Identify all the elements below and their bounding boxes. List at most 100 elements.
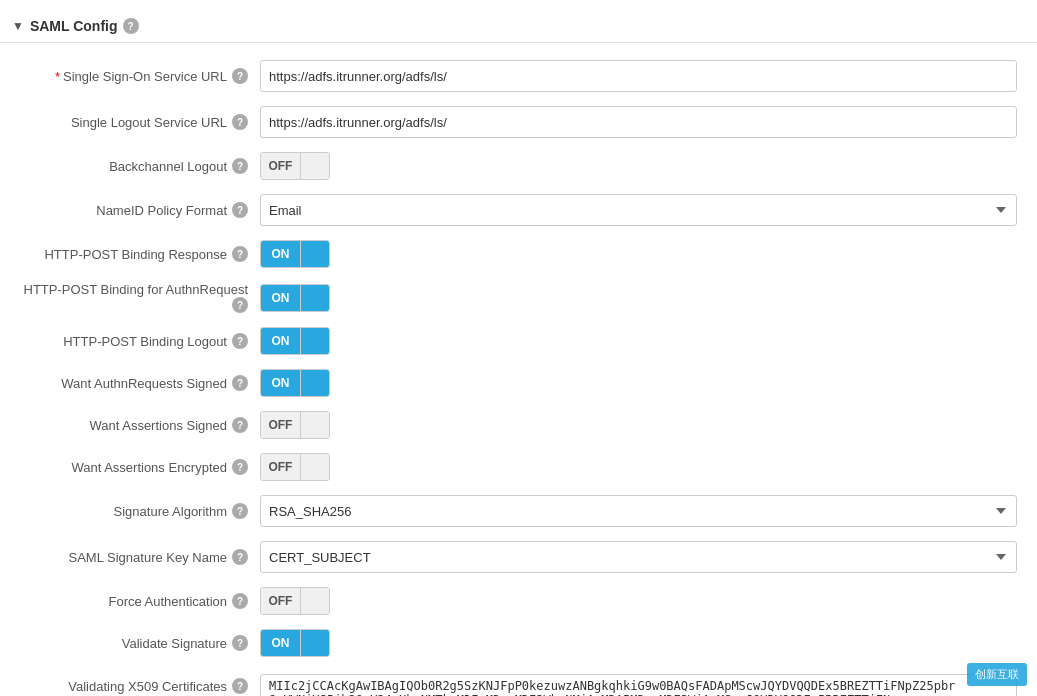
want-assertions-signed-help-icon[interactable]: ? <box>232 417 248 433</box>
page-container: ▼ SAML Config ? * Single Sign-On Service… <box>0 0 1037 696</box>
want-authn-signed-toggle-label: ON <box>261 370 300 396</box>
want-assertions-encrypted-control: OFF <box>260 453 1017 481</box>
http-post-binding-logout-control: ON <box>260 327 1017 355</box>
sso-url-control <box>260 60 1017 92</box>
validate-signature-toggle-label: ON <box>261 630 300 656</box>
http-post-binding-logout-help-icon[interactable]: ? <box>232 333 248 349</box>
http-post-binding-logout-toggle-label: ON <box>261 328 300 354</box>
validating-x509-textarea-container: MIIc2jCCAcKgAwIBAgIQOb0R2g5SzKNJFpP0kezu… <box>260 674 1017 696</box>
signature-algorithm-help-icon[interactable]: ? <box>232 503 248 519</box>
saml-signature-key-name-row: SAML Signature Key Name ? CERT_SUBJECT K… <box>0 534 1037 580</box>
section-chevron-icon[interactable]: ▼ <box>12 19 24 33</box>
http-post-binding-authn-control: ON <box>260 284 1017 312</box>
saml-signature-key-name-label: SAML Signature Key Name ? <box>20 549 260 565</box>
http-post-binding-logout-toggle[interactable]: ON <box>260 327 330 355</box>
http-post-binding-logout-label: HTTP-POST Binding Logout ? <box>20 333 260 349</box>
validating-x509-help-icon[interactable]: ? <box>232 678 248 694</box>
validate-signature-control: ON <box>260 629 1017 657</box>
saml-signature-key-name-help-icon[interactable]: ? <box>232 549 248 565</box>
nameid-policy-select[interactable]: Email Persistent Transient Unspecified <box>260 194 1017 226</box>
validate-signature-row: Validate Signature ? ON <box>0 622 1037 664</box>
want-authn-signed-toggle-handle <box>300 370 329 396</box>
http-post-binding-authn-toggle-handle <box>300 285 329 311</box>
validate-signature-toggle-handle <box>300 630 329 656</box>
http-post-binding-authn-toggle-label: ON <box>261 285 300 311</box>
backchannel-logout-toggle-label: OFF <box>261 153 300 179</box>
signature-algorithm-select[interactable]: RSA_SHA256 RSA_SHA1 RSA_SHA512 DSA_SHA1 <box>260 495 1017 527</box>
validating-x509-textarea[interactable]: MIIc2jCCAcKgAwIBAgIQOb0R2g5SzKNJFpP0kezu… <box>260 674 1017 696</box>
nameid-policy-row: NameID Policy Format ? Email Persistent … <box>0 187 1037 233</box>
sso-url-input[interactable] <box>260 60 1017 92</box>
backchannel-logout-help-icon[interactable]: ? <box>232 158 248 174</box>
http-post-binding-logout-toggle-handle <box>300 328 329 354</box>
required-indicator: * <box>55 69 60 84</box>
want-assertions-encrypted-toggle-handle <box>300 454 329 480</box>
want-authn-signed-help-icon[interactable]: ? <box>232 375 248 391</box>
http-post-binding-authn-label: HTTP-POST Binding for AuthnRequest ? <box>20 282 260 313</box>
want-assertions-encrypted-toggle[interactable]: OFF <box>260 453 330 481</box>
want-assertions-signed-control: OFF <box>260 411 1017 439</box>
force-authentication-row: Force Authentication ? OFF <box>0 580 1037 622</box>
http-post-binding-authn-toggle[interactable]: ON <box>260 284 330 312</box>
validating-x509-control: MIIc2jCCAcKgAwIBAgIQOb0R2g5SzKNJFpP0kezu… <box>260 674 1017 696</box>
validating-x509-label: Validating X509 Certificates ? <box>20 674 260 694</box>
slo-url-row: Single Logout Service URL ? <box>0 99 1037 145</box>
force-authentication-control: OFF <box>260 587 1017 615</box>
validate-signature-label: Validate Signature ? <box>20 635 260 651</box>
want-authn-signed-toggle[interactable]: ON <box>260 369 330 397</box>
slo-url-help-icon[interactable]: ? <box>232 114 248 130</box>
want-assertions-signed-toggle-label: OFF <box>261 412 300 438</box>
nameid-policy-select-wrapper: Email Persistent Transient Unspecified <box>260 194 1017 226</box>
http-post-binding-authn-help-icon[interactable]: ? <box>232 297 248 313</box>
validate-signature-toggle[interactable]: ON <box>260 629 330 657</box>
http-post-binding-response-control: ON <box>260 240 1017 268</box>
backchannel-logout-row: Backchannel Logout ? OFF <box>0 145 1037 187</box>
saml-signature-key-name-control: CERT_SUBJECT KEY_ID NONE <box>260 541 1017 573</box>
want-assertions-signed-toggle[interactable]: OFF <box>260 411 330 439</box>
want-assertions-signed-label: Want Assertions Signed ? <box>20 417 260 433</box>
http-post-binding-response-row: HTTP-POST Binding Response ? ON <box>0 233 1037 275</box>
want-assertions-signed-row: Want Assertions Signed ? OFF <box>0 404 1037 446</box>
section-help-icon[interactable]: ? <box>123 18 139 34</box>
http-post-binding-response-toggle[interactable]: ON <box>260 240 330 268</box>
force-authentication-toggle-label: OFF <box>261 588 300 614</box>
signature-algorithm-row: Signature Algorithm ? RSA_SHA256 RSA_SHA… <box>0 488 1037 534</box>
want-authn-signed-label: Want AuthnRequests Signed ? <box>20 375 260 391</box>
want-assertions-encrypted-label: Want Assertions Encrypted ? <box>20 459 260 475</box>
sso-url-row: * Single Sign-On Service URL ? <box>0 53 1037 99</box>
http-post-binding-response-toggle-label: ON <box>261 241 300 267</box>
signature-algorithm-label: Signature Algorithm ? <box>20 503 260 519</box>
saml-signature-key-name-select-wrapper: CERT_SUBJECT KEY_ID NONE <box>260 541 1017 573</box>
want-assertions-encrypted-toggle-label: OFF <box>261 454 300 480</box>
backchannel-logout-label: Backchannel Logout ? <box>20 158 260 174</box>
want-assertions-signed-toggle-handle <box>300 412 329 438</box>
nameid-policy-label: NameID Policy Format ? <box>20 202 260 218</box>
http-post-binding-response-help-icon[interactable]: ? <box>232 246 248 262</box>
watermark: 创新互联 <box>967 663 1027 686</box>
section-title: SAML Config <box>30 18 118 34</box>
http-post-binding-authn-row: HTTP-POST Binding for AuthnRequest ? ON <box>0 275 1037 320</box>
http-post-binding-response-label: HTTP-POST Binding Response ? <box>20 246 260 262</box>
backchannel-logout-toggle-handle <box>300 153 329 179</box>
signature-algorithm-select-wrapper: RSA_SHA256 RSA_SHA1 RSA_SHA512 DSA_SHA1 <box>260 495 1017 527</box>
nameid-policy-help-icon[interactable]: ? <box>232 202 248 218</box>
http-post-binding-response-toggle-handle <box>300 241 329 267</box>
slo-url-label: Single Logout Service URL ? <box>20 114 260 130</box>
force-authentication-toggle[interactable]: OFF <box>260 587 330 615</box>
saml-signature-key-name-select[interactable]: CERT_SUBJECT KEY_ID NONE <box>260 541 1017 573</box>
http-post-binding-logout-row: HTTP-POST Binding Logout ? ON <box>0 320 1037 362</box>
force-authentication-toggle-handle <box>300 588 329 614</box>
backchannel-logout-toggle[interactable]: OFF <box>260 152 330 180</box>
sso-url-help-icon[interactable]: ? <box>232 68 248 84</box>
force-authentication-help-icon[interactable]: ? <box>232 593 248 609</box>
want-authn-signed-row: Want AuthnRequests Signed ? ON <box>0 362 1037 404</box>
want-assertions-encrypted-row: Want Assertions Encrypted ? OFF <box>0 446 1037 488</box>
want-authn-signed-control: ON <box>260 369 1017 397</box>
want-assertions-encrypted-help-icon[interactable]: ? <box>232 459 248 475</box>
validating-x509-row: Validating X509 Certificates ? MIIc2jCCA… <box>0 664 1037 696</box>
force-authentication-label: Force Authentication ? <box>20 593 260 609</box>
slo-url-input[interactable] <box>260 106 1017 138</box>
validate-signature-help-icon[interactable]: ? <box>232 635 248 651</box>
nameid-policy-control: Email Persistent Transient Unspecified <box>260 194 1017 226</box>
section-header: ▼ SAML Config ? <box>0 10 1037 43</box>
